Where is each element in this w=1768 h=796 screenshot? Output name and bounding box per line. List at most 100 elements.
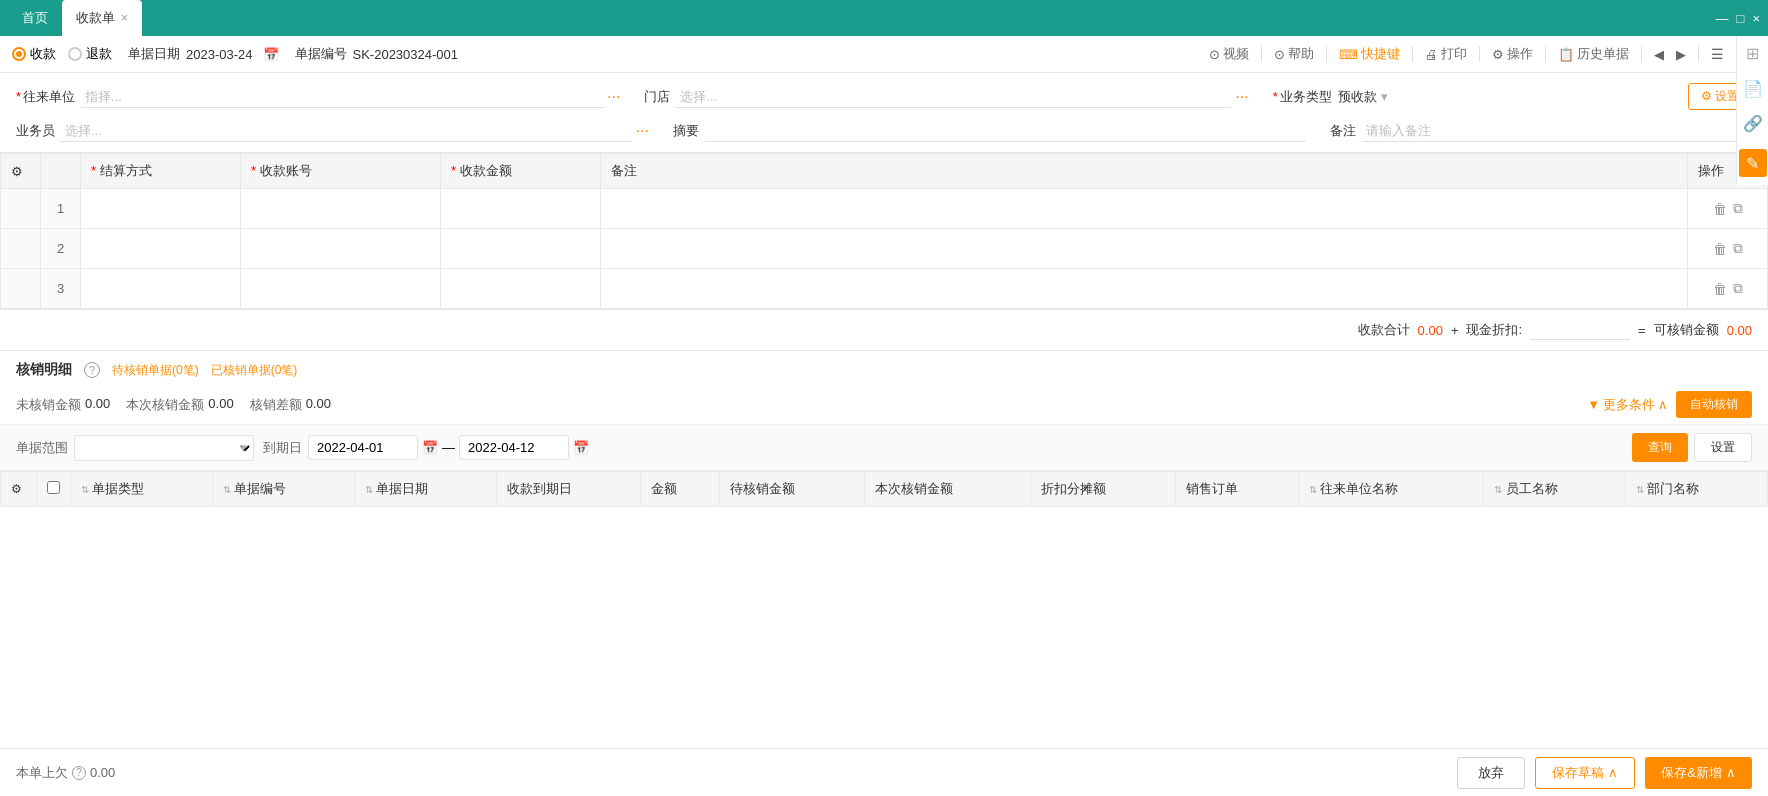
row-amount-1[interactable] bbox=[441, 189, 601, 229]
radio-receipt[interactable]: 收款 bbox=[12, 45, 56, 63]
row-method-2[interactable] bbox=[81, 229, 241, 269]
staff-more-btn[interactable]: ··· bbox=[636, 122, 649, 140]
amount-input-3[interactable] bbox=[441, 273, 600, 304]
abandon-btn[interactable]: 放弃 bbox=[1457, 757, 1525, 789]
business-type-label: 业务类型 bbox=[1280, 88, 1332, 106]
store-input[interactable] bbox=[676, 86, 1231, 108]
nav-right-icon[interactable]: ▶ bbox=[1676, 47, 1686, 62]
bottom-col-cb[interactable] bbox=[37, 472, 71, 507]
method-input-3[interactable] bbox=[81, 273, 240, 304]
col-settings-header[interactable]: ⚙ bbox=[1, 154, 41, 189]
range-label: 单据范围 bbox=[16, 439, 68, 457]
info-icon[interactable]: ? bbox=[84, 362, 100, 378]
remark-input-2[interactable] bbox=[601, 233, 1687, 264]
close-window-icon[interactable]: × bbox=[1752, 11, 1760, 26]
sidebar-table-icon[interactable]: ⊞ bbox=[1746, 44, 1759, 63]
store-more-btn[interactable]: ··· bbox=[1235, 88, 1248, 106]
history-btn[interactable]: 📋 历史单据 bbox=[1558, 45, 1629, 63]
date-to-input[interactable] bbox=[459, 435, 569, 460]
footer-info-icon[interactable]: ? bbox=[72, 766, 86, 780]
method-input-2[interactable] bbox=[81, 233, 240, 264]
abstract-input[interactable] bbox=[705, 120, 1306, 142]
list-view-icon[interactable]: ☰ bbox=[1711, 46, 1724, 62]
account-input-1[interactable] bbox=[241, 193, 440, 224]
bottom-col-counterparty: ⇅ 往来单位名称 bbox=[1298, 472, 1484, 507]
business-type-value: 预收款 bbox=[1338, 88, 1377, 106]
remark-input[interactable] bbox=[1362, 120, 1752, 142]
radio-refund[interactable]: 退款 bbox=[68, 45, 112, 63]
business-type-chevron[interactable]: ▾ bbox=[1381, 89, 1388, 104]
calendar-from-icon[interactable]: 📅 bbox=[422, 440, 438, 455]
discount-input[interactable] bbox=[1530, 320, 1630, 340]
nav-left-icon[interactable]: ◀ bbox=[1654, 47, 1664, 62]
radio-receipt-label: 收款 bbox=[30, 45, 56, 63]
divider7 bbox=[1698, 46, 1699, 62]
account-input-2[interactable] bbox=[241, 233, 440, 264]
form-row-2: 业务员 ··· 摘要 备注 bbox=[16, 120, 1752, 142]
save-btn[interactable]: 保存&新增 ∧ bbox=[1645, 757, 1752, 789]
copy-icon-3[interactable]: ⧉ bbox=[1733, 280, 1743, 297]
amount-input-1[interactable] bbox=[441, 193, 600, 224]
row-method-3[interactable] bbox=[81, 269, 241, 309]
abstract-label: 摘要 bbox=[673, 122, 699, 140]
bottom-col-settings[interactable]: ⚙ bbox=[1, 472, 37, 507]
counterparty-input[interactable] bbox=[81, 86, 603, 108]
select-all-cb[interactable] bbox=[47, 481, 60, 494]
section-title: 核销明细 bbox=[16, 361, 72, 379]
tab-close-icon[interactable]: × bbox=[121, 11, 128, 25]
row-remark-3[interactable] bbox=[601, 269, 1688, 309]
more-conditions-btn[interactable]: ▼ 更多条件 ∧ bbox=[1587, 396, 1668, 414]
store-field: 门店 ··· bbox=[644, 86, 1248, 108]
sidebar-active-icon[interactable]: ✎ bbox=[1739, 149, 1767, 177]
sidebar-doc-icon[interactable]: 📄 bbox=[1743, 79, 1763, 98]
method-input-1[interactable] bbox=[81, 193, 240, 224]
row-amount-2[interactable] bbox=[441, 229, 601, 269]
delete-icon-2[interactable]: 🗑 bbox=[1713, 241, 1727, 257]
copy-icon-1[interactable]: ⧉ bbox=[1733, 200, 1743, 217]
row-amount-3[interactable] bbox=[441, 269, 601, 309]
minimize-icon[interactable]: — bbox=[1716, 11, 1729, 26]
bottom-col-pending: 待核销金额 bbox=[720, 472, 865, 507]
range-select[interactable] bbox=[74, 435, 254, 461]
calendar-icon[interactable]: 📅 bbox=[263, 47, 279, 62]
row-account-3[interactable] bbox=[241, 269, 441, 309]
draft-btn[interactable]: 保存草稿 ∧ bbox=[1535, 757, 1635, 789]
video-btn[interactable]: ⊙ 视频 bbox=[1209, 45, 1249, 63]
table-row: 1 🗑 ⧉ bbox=[1, 189, 1768, 229]
row-remark-1[interactable] bbox=[601, 189, 1688, 229]
calendar-to-icon[interactable]: 📅 bbox=[573, 440, 589, 455]
pending-tab-link[interactable]: 待核销单据(0笔) bbox=[112, 362, 199, 379]
divider3 bbox=[1412, 46, 1413, 62]
operations-btn[interactable]: ⚙ 操作 bbox=[1492, 45, 1533, 63]
remark-input-3[interactable] bbox=[601, 273, 1687, 304]
staff-input[interactable] bbox=[61, 120, 632, 142]
tab-receipt[interactable]: 收款单 × bbox=[62, 0, 142, 36]
total-value: 0.00 bbox=[1418, 323, 1443, 338]
copy-icon-2[interactable]: ⧉ bbox=[1733, 240, 1743, 257]
print-btn[interactable]: 🖨 打印 bbox=[1425, 45, 1467, 63]
counterparty-more-btn[interactable]: ··· bbox=[607, 88, 620, 106]
more-conditions-label: 更多条件 bbox=[1603, 396, 1655, 414]
help-btn[interactable]: ⊙ 帮助 bbox=[1274, 45, 1314, 63]
delete-icon-3[interactable]: 🗑 bbox=[1713, 281, 1727, 297]
remark-input-1[interactable] bbox=[601, 193, 1687, 224]
maximize-icon[interactable]: □ bbox=[1737, 11, 1745, 26]
query-btn[interactable]: 查询 bbox=[1632, 433, 1688, 462]
account-input-3[interactable] bbox=[241, 273, 440, 304]
row-remark-2[interactable] bbox=[601, 229, 1688, 269]
amount-input-2[interactable] bbox=[441, 233, 600, 264]
filter-settings-btn[interactable]: 设置 bbox=[1694, 433, 1752, 462]
date-from-input[interactable] bbox=[308, 435, 418, 460]
completed-tab-link[interactable]: 已核销单据(0笔) bbox=[211, 362, 298, 379]
auto-verify-btn[interactable]: 自动核销 bbox=[1676, 391, 1752, 418]
shortcut-btn[interactable]: ⌨ 快捷键 bbox=[1339, 45, 1400, 63]
delete-icon-1[interactable]: 🗑 bbox=[1713, 201, 1727, 217]
bill-date-value: 2023-03-24 bbox=[186, 47, 253, 62]
row-account-2[interactable] bbox=[241, 229, 441, 269]
tab-home[interactable]: 首页 bbox=[8, 0, 62, 36]
sidebar-link-icon[interactable]: 🔗 bbox=[1743, 114, 1763, 133]
form-row-1: * 往来单位 ··· 门店 ··· * 业务类型 预收款 ▾ ⚙ 设置 bbox=[16, 83, 1752, 110]
row-method-1[interactable] bbox=[81, 189, 241, 229]
row-settings-3 bbox=[1, 269, 41, 309]
row-account-1[interactable] bbox=[241, 189, 441, 229]
